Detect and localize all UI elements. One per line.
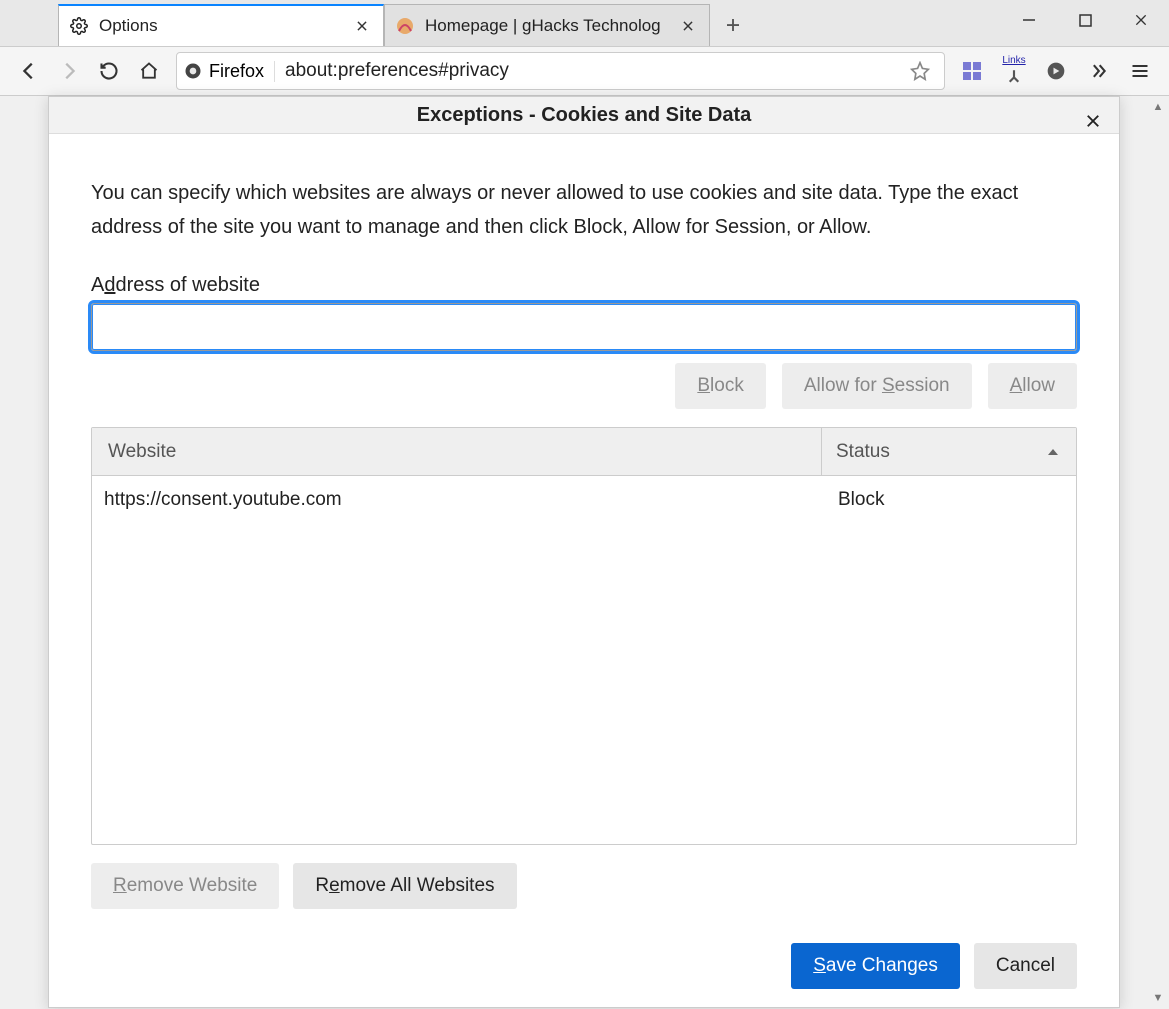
scroll-down-icon[interactable]: ▼ — [1149, 989, 1167, 1007]
home-button[interactable] — [130, 52, 168, 90]
col-website[interactable]: Website — [92, 428, 822, 475]
back-button[interactable] — [10, 52, 48, 90]
exceptions-table: Website Status https://consent.youtube.c… — [91, 427, 1077, 845]
table-row[interactable]: https://consent.youtube.comBlock — [92, 476, 1076, 524]
url-bar[interactable]: Firefox about:preferences#privacy — [176, 52, 945, 90]
block-button[interactable]: Block — [675, 363, 765, 409]
scroll-up-icon[interactable]: ▲ — [1149, 98, 1167, 116]
remove-website-button[interactable]: Remove Website — [91, 863, 279, 909]
identity-label: Firefox — [209, 61, 264, 82]
tab-ghacks[interactable]: Homepage | gHacks Technolog — [384, 4, 710, 46]
reload-button[interactable] — [90, 52, 128, 90]
window-controls — [1001, 0, 1169, 40]
new-tab-button[interactable] — [710, 4, 756, 46]
nav-toolbar: Firefox about:preferences#privacy Links — [0, 46, 1169, 96]
forward-button[interactable] — [50, 52, 88, 90]
allow-session-button[interactable]: Allow for Session — [782, 363, 972, 409]
address-input[interactable] — [91, 303, 1077, 351]
cancel-button[interactable]: Cancel — [974, 943, 1077, 989]
dialog-header: Exceptions - Cookies and Site Data — [49, 97, 1119, 134]
remove-all-websites-button[interactable]: Remove All Websites — [293, 863, 516, 909]
pocket-icon[interactable] — [1037, 52, 1075, 90]
cell-status: Block — [822, 489, 1076, 511]
close-icon[interactable] — [681, 19, 699, 33]
overflow-icon[interactable] — [1079, 52, 1117, 90]
tab-title: Homepage | gHacks Technolog — [425, 16, 681, 36]
dialog-title: Exceptions - Cookies and Site Data — [417, 104, 752, 127]
menu-icon[interactable] — [1121, 52, 1159, 90]
identity-box[interactable]: Firefox — [183, 61, 275, 82]
links-icon[interactable]: Links — [995, 52, 1033, 90]
save-changes-button[interactable]: Save Changes — [791, 943, 960, 989]
table-header: Website Status — [92, 428, 1076, 476]
col-status[interactable]: Status — [822, 441, 1076, 463]
minimize-button[interactable] — [1001, 0, 1057, 40]
close-icon[interactable] — [355, 19, 373, 33]
url-text: about:preferences#privacy — [285, 60, 910, 82]
ghacks-icon — [395, 16, 415, 36]
container-icon[interactable] — [953, 52, 991, 90]
exceptions-dialog: Exceptions - Cookies and Site Data You c… — [48, 96, 1120, 1008]
dialog-close-button[interactable] — [1079, 107, 1107, 135]
cell-website: https://consent.youtube.com — [92, 489, 822, 511]
tab-strip: Options Homepage | gHacks Technolog — [0, 0, 1169, 46]
allow-button[interactable]: Allow — [988, 363, 1077, 409]
scrollbar[interactable]: ▲ ▼ — [1149, 98, 1167, 1007]
dialog-intro: You can specify which websites are alway… — [91, 176, 1077, 244]
tab-options[interactable]: Options — [58, 4, 384, 46]
sort-asc-icon — [1046, 447, 1060, 457]
tab-title: Options — [99, 16, 355, 36]
firefox-icon — [183, 61, 203, 81]
bookmark-star-icon[interactable] — [910, 61, 938, 81]
window-close-button[interactable] — [1113, 0, 1169, 40]
gear-icon — [69, 16, 89, 36]
address-label: Address of website — [91, 274, 1077, 297]
maximize-button[interactable] — [1057, 0, 1113, 40]
